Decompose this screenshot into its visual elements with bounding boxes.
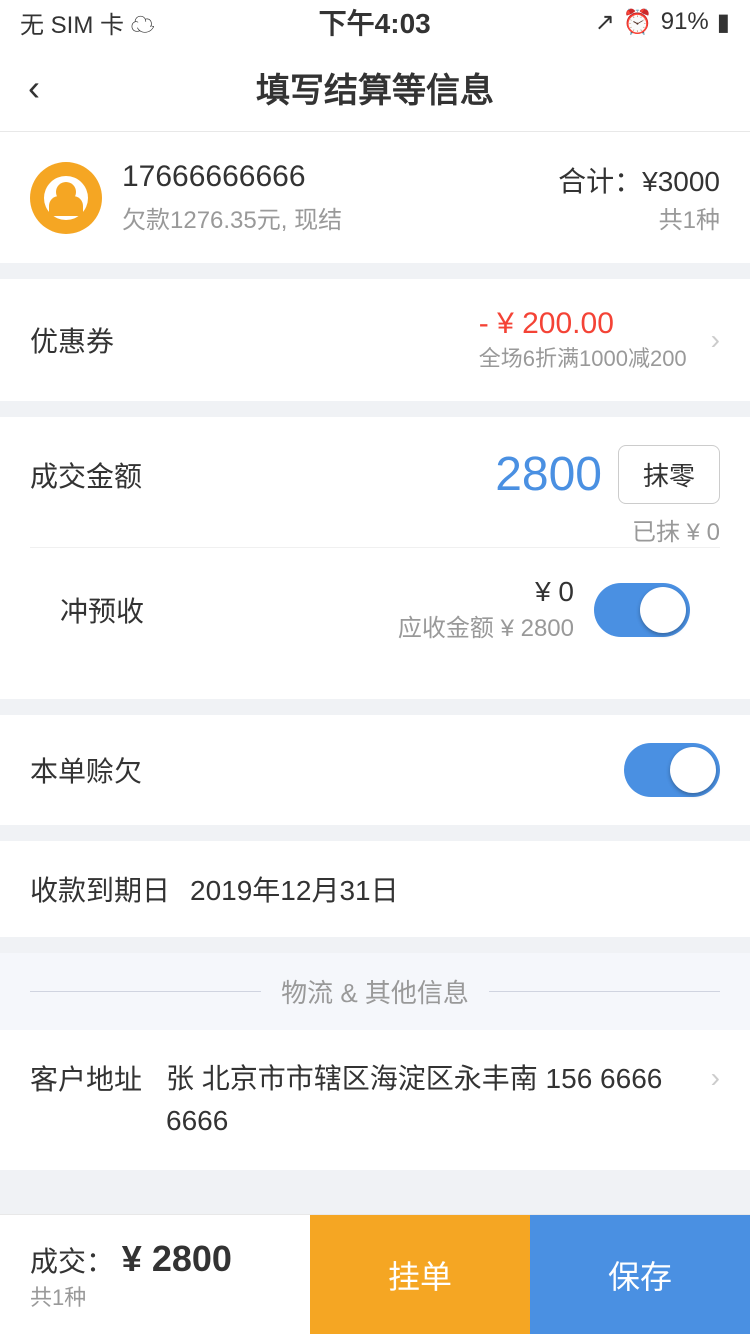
customer-debt: 欠款1276.35元, 现结 (122, 200, 342, 235)
deal-amount-row: 成交金额 2800 抹零 (30, 445, 720, 504)
total-amount: 合计：¥3000 (558, 160, 720, 200)
deal-section: 成交金额 2800 抹零 已抹 ¥ 0 冲预收 ¥ 0 应收金额 ¥ 2800 (0, 417, 750, 699)
duedate-row: 收款到期日 2019年12月31日 (30, 869, 720, 909)
deal-amount-right: 2800 抹零 (495, 445, 720, 504)
prepay-right: ¥ 0 应收金额 ¥ 2800 (398, 576, 690, 643)
overdue-toggle-knob (670, 747, 716, 793)
deal-sub: 已抹 ¥ 0 (30, 512, 720, 547)
coupon-chevron: › (711, 324, 720, 356)
bottom-deal-row: 成交： ¥ 2800 (30, 1238, 280, 1280)
prepay-amounts: ¥ 0 应收金额 ¥ 2800 (398, 576, 574, 643)
total-count: 共1种 (558, 200, 720, 235)
overdue-section: 本单赊欠 (0, 715, 750, 825)
prepay-toggle-knob (640, 587, 686, 633)
prepay-main-amount: ¥ 0 (398, 576, 574, 608)
coupon-desc: 全场6折满1000减200 (479, 341, 687, 373)
content-area: 17666666666 欠款1276.35元, 现结 合计：¥3000 共1种 … (0, 132, 750, 1306)
address-chevron-icon: › (711, 1058, 720, 1094)
overdue-label: 本单赊欠 (30, 750, 142, 790)
duedate-section: 收款到期日 2019年12月31日 (0, 841, 750, 937)
status-left: 无 SIM 卡 ☁ (20, 5, 155, 40)
bottom-count: 共1种 (30, 1280, 280, 1312)
avatar (30, 162, 102, 234)
location-icon: ↗ (595, 8, 615, 37)
address-value: 张 北京市市辖区海淀区永丰南 156 6666 6666 (166, 1058, 695, 1142)
bottom-deal-amount: ¥ 2800 (122, 1238, 232, 1279)
avatar-icon (44, 176, 88, 220)
deal-amount-label: 成交金额 (30, 455, 142, 495)
round-zero-button[interactable]: 抹零 (618, 445, 720, 504)
status-time: 下午4:03 (319, 2, 431, 42)
coupon-section: 优惠券 - ¥ 200.00 全场6折满1000减200 › (0, 279, 750, 401)
coupon-amount: - ¥ 200.00 (479, 307, 687, 341)
customer-right: 合计：¥3000 共1种 (558, 160, 720, 235)
save-button[interactable]: 保存 (530, 1215, 750, 1334)
bottom-deal-label: 成交： (30, 1246, 114, 1277)
deal-number: 2800 (495, 447, 602, 502)
bottom-bar: 成交： ¥ 2800 共1种 挂单 保存 (0, 1214, 750, 1334)
address-label: 客户地址 (30, 1058, 150, 1098)
back-button[interactable]: ‹ (28, 67, 40, 109)
prepay-row: 冲预收 ¥ 0 应收金额 ¥ 2800 (30, 547, 720, 671)
battery-icon: ▮ (717, 8, 730, 37)
bottom-summary: 成交： ¥ 2800 共1种 (0, 1238, 310, 1312)
prepay-label: 冲预收 (60, 590, 144, 630)
hang-order-button[interactable]: 挂单 (310, 1215, 530, 1334)
page-title: 填写结算等信息 (256, 63, 494, 112)
status-right: ↗ ⏰ 91% ▮ (595, 8, 730, 37)
divider-line-left (30, 991, 261, 992)
battery-text: 91% (661, 8, 709, 36)
coupon-right: - ¥ 200.00 全场6折满1000减200 › (479, 307, 720, 373)
prepay-sub-amount: 应收金额 ¥ 2800 (398, 608, 574, 643)
nav-bar: ‹ 填写结算等信息 (0, 44, 750, 132)
duedate-label: 收款到期日 (30, 869, 170, 909)
coupon-row[interactable]: 优惠券 - ¥ 200.00 全场6折满1000减200 › (0, 279, 750, 401)
alarm-icon: ⏰ (623, 8, 653, 37)
prepay-toggle[interactable] (594, 583, 690, 637)
customer-info: 17666666666 欠款1276.35元, 现结 (122, 160, 342, 235)
divider-line-right (489, 991, 720, 992)
customer-left: 17666666666 欠款1276.35元, 现结 (30, 160, 342, 235)
customer-phone: 17666666666 (122, 160, 342, 194)
no-sim-text: 无 SIM 卡 ☁ (20, 5, 155, 40)
status-bar: 无 SIM 卡 ☁ 下午4:03 ↗ ⏰ 91% ▮ (0, 0, 750, 44)
divider-text: 物流 & 其他信息 (261, 973, 489, 1010)
address-section[interactable]: 客户地址 张 北京市市辖区海淀区永丰南 156 6666 6666 › (0, 1030, 750, 1170)
overdue-toggle[interactable] (624, 743, 720, 797)
customer-card: 17666666666 欠款1276.35元, 现结 合计：¥3000 共1种 (0, 132, 750, 263)
duedate-value: 2019年12月31日 (190, 869, 399, 909)
coupon-label: 优惠券 (30, 320, 114, 360)
divider-section: 物流 & 其他信息 (0, 953, 750, 1030)
